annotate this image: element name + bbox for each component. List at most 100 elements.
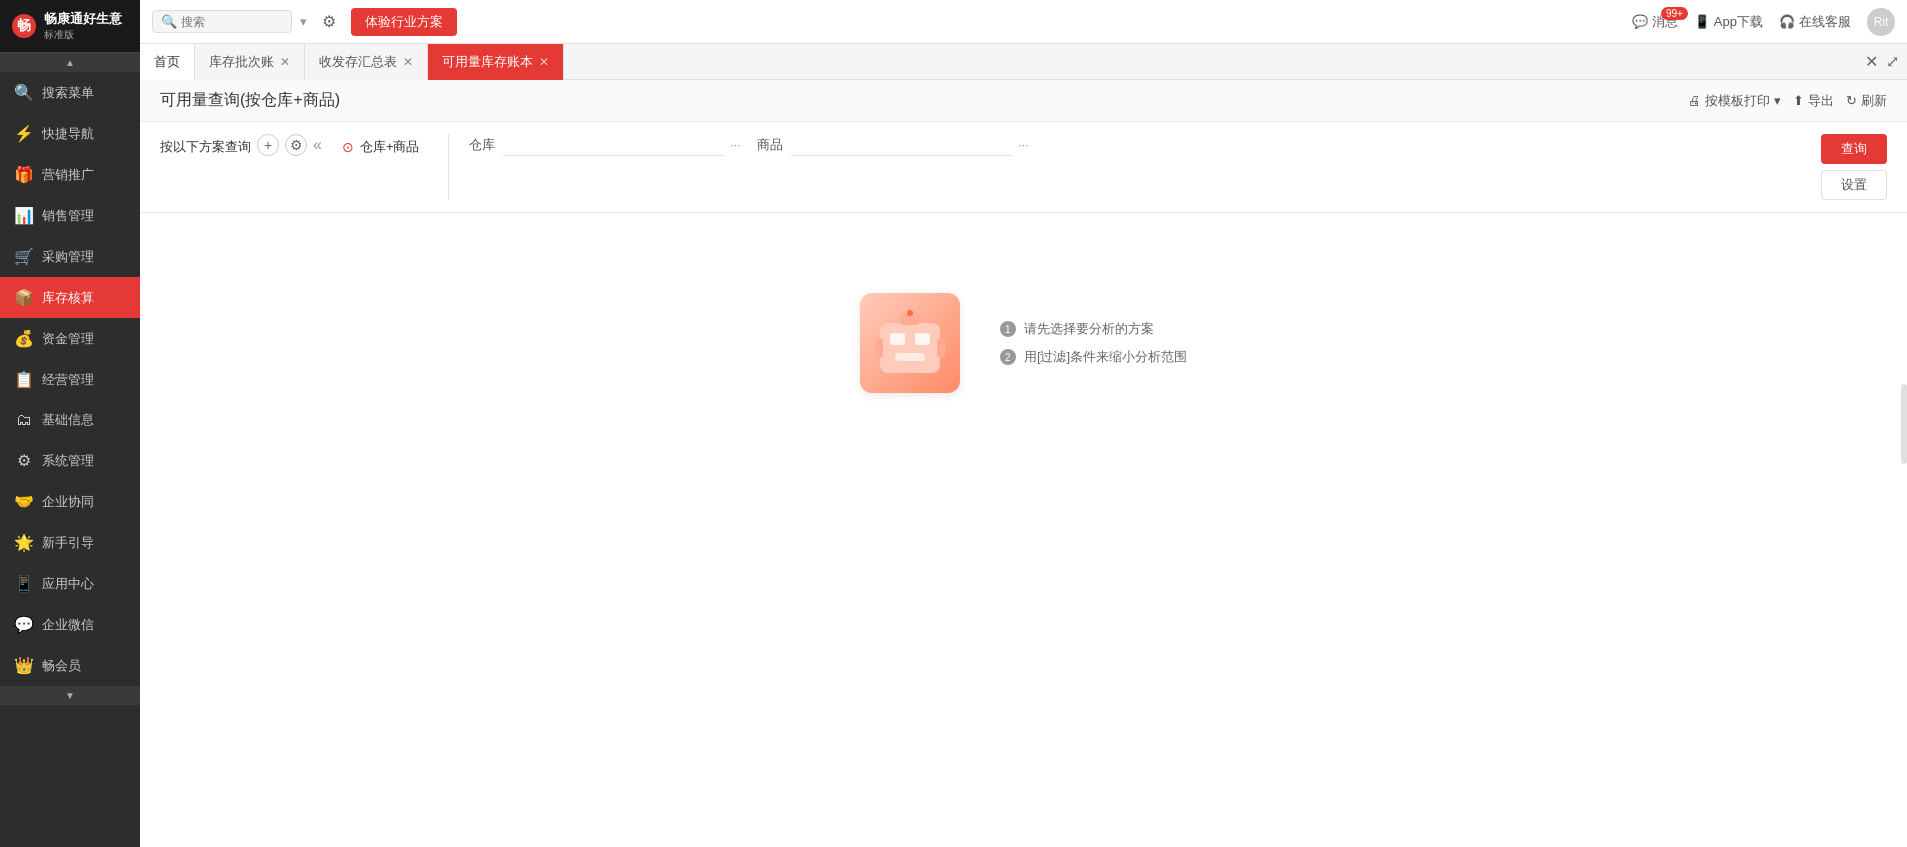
filter-settings-button[interactable]: ⚙	[285, 134, 307, 156]
app-logo: 畅	[12, 14, 36, 38]
sidebar-item-sales[interactable]: 📊 销售管理	[0, 195, 140, 236]
svg-rect-0	[880, 323, 940, 373]
print-dropdown-icon[interactable]: ▾	[1774, 93, 1781, 108]
sidebar-label-marketing: 营销推广	[42, 166, 94, 184]
tab-close-recv-summary[interactable]: ✕	[403, 55, 413, 69]
sidebar-item-wechat[interactable]: 💬 企业微信	[0, 604, 140, 645]
tab-close-batch-account[interactable]: ✕	[280, 55, 290, 69]
svg-rect-1	[890, 333, 905, 345]
sidebar-scroll-up[interactable]: ▲	[0, 53, 140, 72]
sidebar-icon-appstore: 📱	[14, 574, 34, 593]
sidebar-item-enterprise[interactable]: 🤝 企业协同	[0, 481, 140, 522]
sidebar-icon-enterprise: 🤝	[14, 492, 34, 511]
message-icon: 💬	[1632, 14, 1648, 29]
sidebar-item-search[interactable]: 🔍 搜索菜单	[0, 72, 140, 113]
app-download-button[interactable]: 📱 App下载	[1694, 13, 1763, 31]
filter-actions: + ⚙ «	[257, 134, 322, 156]
tab-label-available-stock: 可用量库存账本	[442, 53, 533, 71]
sidebar-item-inventory[interactable]: 📦 库存核算	[0, 277, 140, 318]
product-field: 商品 ···	[757, 134, 1029, 156]
svg-rect-2	[915, 333, 930, 345]
sidebar-label-guide: 新手引导	[42, 534, 94, 552]
filter-collapse-button[interactable]: «	[313, 136, 322, 154]
dropdown-icon[interactable]: ▾	[300, 14, 307, 29]
service-button[interactable]: 🎧 在线客服	[1779, 13, 1851, 31]
warehouse-more-button[interactable]: ···	[731, 138, 741, 152]
user-avatar[interactable]: Rit	[1867, 8, 1895, 36]
sidebar-item-basic[interactable]: 🗂 基础信息	[0, 400, 140, 440]
refresh-button[interactable]: ↻ 刷新	[1846, 92, 1887, 110]
scheme-icon: ⊙	[342, 139, 354, 155]
topbar: 🔍 ▾ ⚙ 体验行业方案 💬 消息 99+ 📱 App下载 🎧 在线客服 Rit	[140, 0, 1907, 44]
tab-label-recv-summary: 收发存汇总表	[319, 53, 397, 71]
settings-sm-button[interactable]: 设置	[1821, 170, 1887, 200]
app-edition: 标准版	[44, 28, 122, 42]
tab-home[interactable]: 首页	[140, 44, 195, 80]
product-input[interactable]	[791, 134, 1011, 156]
filter-label: 按以下方案查询	[160, 134, 251, 156]
message-badge: 99+	[1661, 7, 1688, 20]
sidebar-item-appstore[interactable]: 📱 应用中心	[0, 563, 140, 604]
sidebar-icon-marketing: 🎁	[14, 165, 34, 184]
sidebar-item-system[interactable]: ⚙ 系统管理	[0, 440, 140, 481]
close-all-tabs-button[interactable]: ✕	[1865, 52, 1878, 71]
tab-recv-summary[interactable]: 收发存汇总表 ✕	[305, 44, 428, 80]
refresh-label: 刷新	[1861, 92, 1887, 110]
sidebar-item-finance[interactable]: 💰 资金管理	[0, 318, 140, 359]
search-row: 仓库 ··· 商品 ···	[469, 134, 1810, 156]
tab-batch-account[interactable]: 库存批次账 ✕	[195, 44, 305, 80]
expand-button[interactable]: ⤢	[1886, 52, 1899, 71]
tab-label-home: 首页	[154, 53, 180, 71]
sidebar-scroll-down[interactable]: ▼	[0, 686, 140, 705]
search-icon: 🔍	[161, 14, 177, 29]
sidebar-label-purchase: 采购管理	[42, 248, 94, 266]
product-more-button[interactable]: ···	[1019, 138, 1029, 152]
right-scroll-hint	[1901, 384, 1907, 464]
message-button[interactable]: 💬 消息 99+	[1632, 13, 1678, 31]
sidebar-icon-shortcut: ⚡	[14, 124, 34, 143]
sidebar-label-inventory: 库存核算	[42, 289, 94, 307]
empty-tips: 1 请先选择要分析的方案 2 用[过滤]条件来缩小分析范围	[1000, 320, 1187, 366]
search-fields: 仓库 ··· 商品 ···	[469, 134, 1810, 156]
filter-add-button[interactable]: +	[257, 134, 279, 156]
refresh-icon: ↻	[1846, 93, 1857, 108]
trial-button[interactable]: 体验行业方案	[351, 8, 457, 36]
sidebar-icon-guide: 🌟	[14, 533, 34, 552]
user-name: Rit	[1874, 15, 1889, 29]
svg-point-5	[907, 310, 913, 316]
empty-state: 1 请先选择要分析的方案 2 用[过滤]条件来缩小分析范围	[140, 213, 1907, 473]
sidebar-item-member[interactable]: 👑 畅会员	[0, 645, 140, 686]
template-print-button[interactable]: 🖨 按模板打印 ▾	[1688, 92, 1781, 110]
query-button[interactable]: 查询	[1821, 134, 1887, 164]
export-button[interactable]: ⬆ 导出	[1793, 92, 1834, 110]
search-input[interactable]	[181, 15, 281, 29]
page-header-actions: 🖨 按模板打印 ▾ ⬆ 导出 ↻ 刷新	[1688, 92, 1887, 110]
page-title: 可用量查询(按仓库+商品)	[160, 90, 340, 111]
topbar-settings-icon[interactable]: ⚙	[315, 8, 343, 36]
tip-text-2: 用[过滤]条件来缩小分析范围	[1024, 348, 1187, 366]
phone-icon: 📱	[1694, 14, 1710, 29]
sidebar-item-guide[interactable]: 🌟 新手引导	[0, 522, 140, 563]
empty-robot-icon	[860, 293, 960, 393]
topbar-search-box[interactable]: 🔍	[152, 10, 292, 33]
sidebar-label-search: 搜索菜单	[42, 84, 94, 102]
tab-label-batch-account: 库存批次账	[209, 53, 274, 71]
topbar-right: 💬 消息 99+ 📱 App下载 🎧 在线客服 Rit	[1632, 8, 1895, 36]
sidebar-item-shortcut[interactable]: ⚡ 快捷导航	[0, 113, 140, 154]
svg-rect-7	[937, 338, 945, 358]
warehouse-input[interactable]	[503, 134, 723, 156]
print-icon: 🖨	[1688, 93, 1701, 108]
sidebar-item-marketing[interactable]: 🎁 营销推广	[0, 154, 140, 195]
svg-rect-6	[875, 338, 883, 358]
sidebar-icon-member: 👑	[14, 656, 34, 675]
page-header: 可用量查询(按仓库+商品) 🖨 按模板打印 ▾ ⬆ 导出 ↻ 刷新	[140, 80, 1907, 122]
sidebar-label-member: 畅会员	[42, 657, 81, 675]
sidebar-item-purchase[interactable]: 🛒 采购管理	[0, 236, 140, 277]
sidebar-item-operation[interactable]: 📋 经营管理	[0, 359, 140, 400]
scheme-item-warehouse-product[interactable]: ⊙ 仓库+商品	[334, 134, 428, 160]
tab-close-available-stock[interactable]: ✕	[539, 55, 549, 69]
warehouse-label: 仓库	[469, 136, 495, 154]
sidebar-icon-finance: 💰	[14, 329, 34, 348]
tab-available-stock[interactable]: 可用量库存账本 ✕	[428, 44, 564, 80]
sidebar-icon-operation: 📋	[14, 370, 34, 389]
